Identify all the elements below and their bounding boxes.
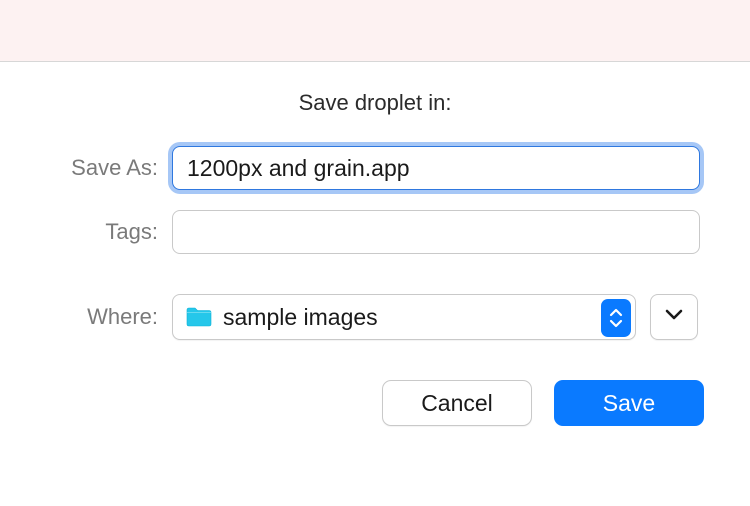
folder-icon — [185, 306, 213, 328]
save-as-row: Save As: — [46, 146, 704, 190]
tags-row: Tags: — [46, 210, 704, 254]
where-row: Where: sample images — [46, 294, 704, 340]
save-as-input[interactable] — [172, 146, 700, 190]
save-as-label: Save As: — [46, 155, 172, 181]
button-row: Cancel Save — [46, 380, 704, 426]
expand-button[interactable] — [650, 294, 698, 340]
save-dialog: Save droplet in: Save As: Tags: Where: s… — [0, 62, 750, 426]
header-bar — [0, 0, 750, 62]
where-select[interactable]: sample images — [172, 294, 636, 340]
where-folder-name: sample images — [223, 304, 378, 331]
chevron-down-icon — [665, 308, 683, 326]
save-button[interactable]: Save — [554, 380, 704, 426]
where-label: Where: — [46, 304, 172, 330]
updown-stepper-icon[interactable] — [601, 299, 631, 337]
tags-input[interactable] — [172, 210, 700, 254]
cancel-button[interactable]: Cancel — [382, 380, 532, 426]
tags-label: Tags: — [46, 219, 172, 245]
dialog-title: Save droplet in: — [46, 90, 704, 116]
